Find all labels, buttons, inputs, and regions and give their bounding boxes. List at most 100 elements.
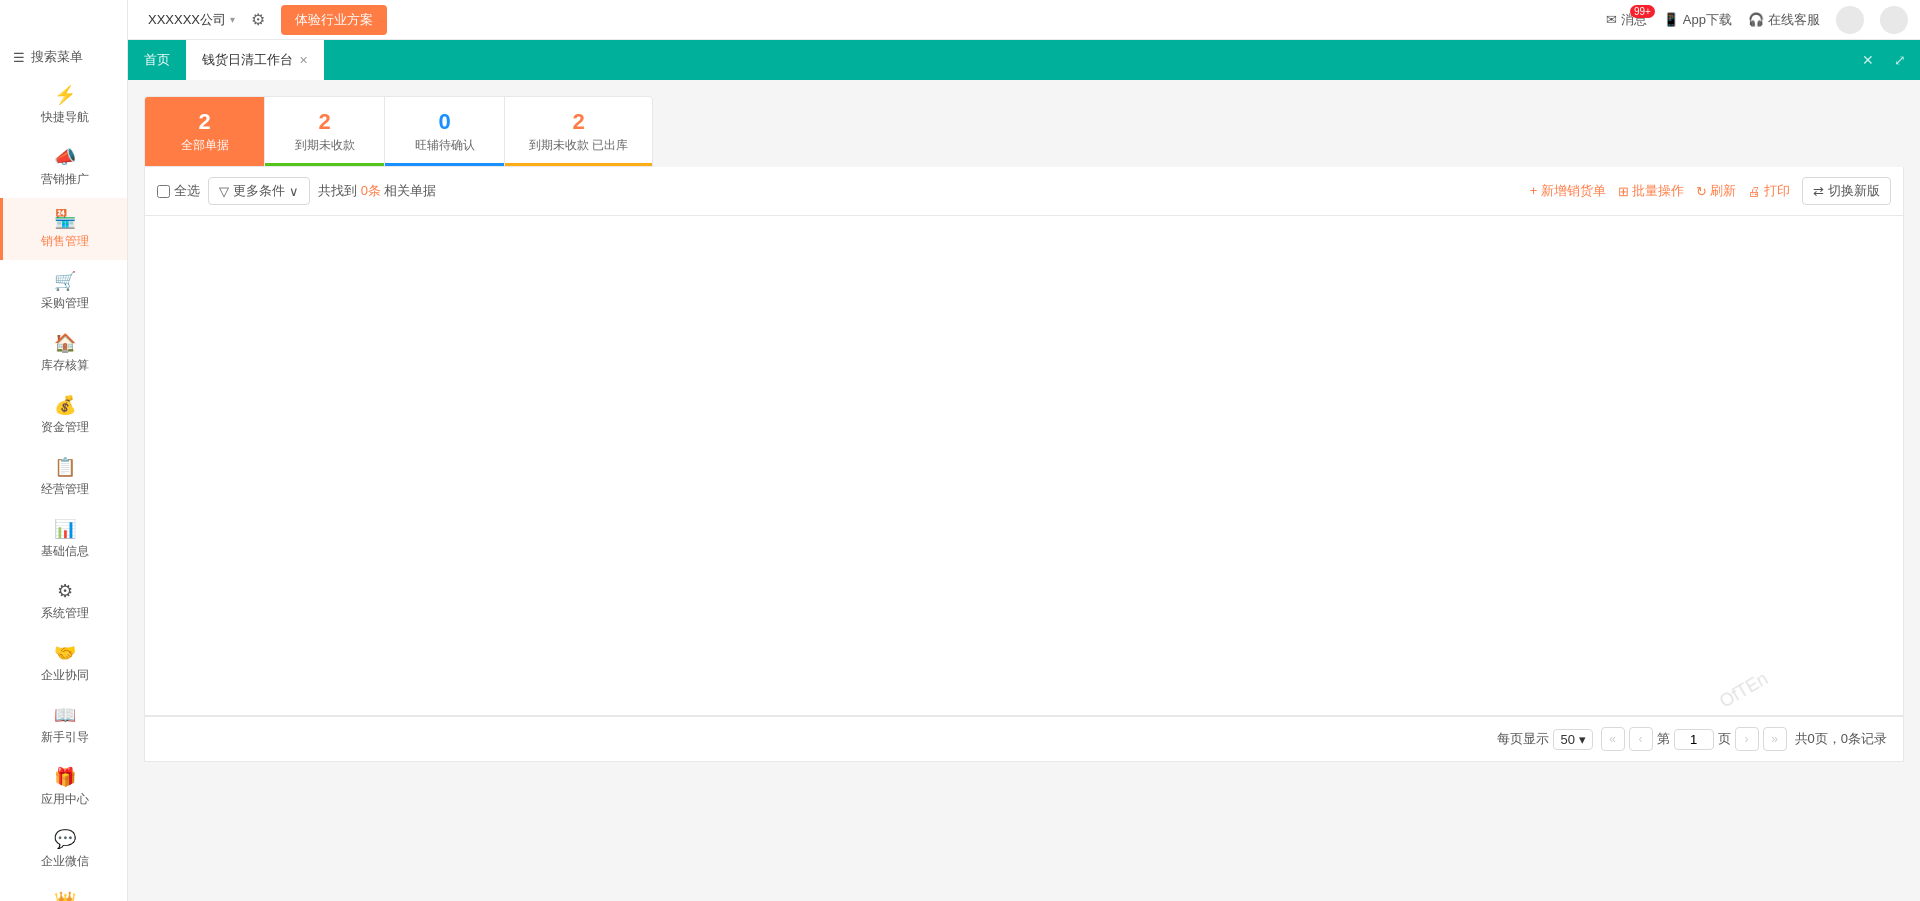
message-icon: ✉: [1606, 12, 1617, 27]
sidebar-item-enterprise[interactable]: 🤝 企业协同: [0, 632, 127, 694]
company-selector[interactable]: XXXXXX公司 ▾: [140, 7, 243, 33]
sidebar-search-label: 搜索菜单: [31, 48, 83, 66]
sidebar-item-label: 企业协同: [41, 667, 89, 684]
select-all-label: 全选: [174, 182, 200, 200]
sidebar-item-marketing[interactable]: 📣 营销推广: [0, 136, 127, 198]
sidebar-item-label: 采购管理: [41, 295, 89, 312]
app-download-icon: 📱: [1663, 12, 1679, 27]
stat-tab-shipped[interactable]: 2 到期未收款 已出库: [505, 97, 652, 166]
print-button[interactable]: 🖨 打印: [1748, 182, 1790, 200]
tab-workbench[interactable]: 钱货日清工作台 ✕: [186, 40, 324, 80]
stat-count-shipped: 2: [529, 109, 628, 135]
system-icon: ⚙: [57, 580, 73, 602]
sidebar-item-purchase[interactable]: 🛒 采购管理: [0, 260, 127, 322]
total-records: 共0页，0条记录: [1795, 730, 1887, 748]
sidebar-item-label: 库存核算: [41, 357, 89, 374]
tab-home-label: 首页: [144, 51, 170, 69]
toolbar-right: + 新增销货单 ⊞ 批量操作 ↻ 刷新 🖨 打印 ⇄ 切换新版: [1530, 177, 1891, 205]
sidebar-item-app-center[interactable]: 🎁 应用中心: [0, 756, 127, 818]
settings-button[interactable]: ⚙: [243, 5, 273, 35]
username-display[interactable]: [1880, 6, 1908, 34]
sidebar-item-wechat[interactable]: 💬 企业微信: [0, 818, 127, 880]
message-button[interactable]: ✉ 消息 99+: [1606, 11, 1647, 29]
switch-label: 切换新版: [1828, 182, 1880, 200]
search-icon: ☰: [13, 50, 25, 65]
sidebar-item-label: 资金管理: [41, 419, 89, 436]
found-prefix: 共找到: [318, 183, 357, 198]
per-page-label: 每页显示: [1497, 730, 1549, 748]
quick-nav-icon: ⚡: [54, 84, 76, 106]
select-all-checkbox[interactable]: 全选: [157, 182, 200, 200]
stat-count-all: 2: [169, 109, 240, 135]
sidebar-item-label: 系统管理: [41, 605, 89, 622]
trial-button[interactable]: 体验行业方案: [281, 5, 387, 35]
filter-button[interactable]: ▽ 更多条件 ∨: [208, 177, 310, 205]
stat-tab-all[interactable]: 2 全部单据: [145, 97, 265, 166]
sidebar-item-quick-nav[interactable]: ⚡ 快捷导航: [0, 74, 127, 136]
tab-close-icon[interactable]: ✕: [299, 54, 308, 67]
current-page-input[interactable]: [1674, 729, 1714, 750]
tab-home[interactable]: 首页: [128, 40, 186, 80]
batch-operation-button[interactable]: ⊞ 批量操作: [1618, 182, 1684, 200]
select-all-input[interactable]: [157, 185, 170, 198]
tab-underline-shipped: [505, 163, 652, 166]
add-sales-order-button[interactable]: + 新增销货单: [1530, 182, 1606, 200]
message-badge: 99+: [1630, 5, 1655, 18]
found-text: 共找到 0条 相关单据: [318, 182, 436, 200]
sidebar-item-search[interactable]: ☰ 搜索菜单: [0, 40, 127, 74]
per-page-chevron: ▾: [1579, 732, 1586, 747]
tab-bar: 首页 钱货日清工作台 ✕ ✕ ⤢: [128, 40, 1920, 80]
sidebar-item-operations[interactable]: 📋 经营管理: [0, 446, 127, 508]
inventory-icon: 🏠: [54, 332, 76, 354]
sidebar-item-guide[interactable]: 📖 新手引导: [0, 694, 127, 756]
tab-expand-button[interactable]: ⤢: [1888, 48, 1912, 72]
app-download-button[interactable]: 📱 App下载: [1663, 11, 1732, 29]
batch-icon: ⊞: [1618, 184, 1629, 199]
wechat-icon: 💬: [54, 828, 76, 850]
stat-count-overdue: 2: [289, 109, 360, 135]
avatar[interactable]: [1836, 6, 1864, 34]
page-suffix: 页: [1718, 730, 1731, 748]
page-prefix: 第: [1657, 730, 1670, 748]
purchase-icon: 🛒: [54, 270, 76, 292]
stat-label-wangfu: 旺辅待确认: [409, 137, 480, 154]
online-service-button[interactable]: 🎧 在线客服: [1748, 11, 1820, 29]
sidebar-item-label: 快捷导航: [41, 109, 89, 126]
stat-label-shipped: 到期未收款 已出库: [529, 137, 628, 154]
filter-icon: ▽: [219, 184, 229, 199]
finance-icon: 💰: [54, 394, 76, 416]
sidebar-item-system[interactable]: ⚙ 系统管理: [0, 570, 127, 632]
stat-count-wangfu: 0: [409, 109, 480, 135]
last-page-button[interactable]: »: [1763, 727, 1787, 751]
sidebar-item-membership[interactable]: 👑 畅会员: [0, 880, 127, 901]
main-content: 2 全部单据 2 到期未收款 0 旺辅待确认 2 到期未收款 已出库 全选 ▽ …: [128, 80, 1920, 901]
online-service-label: 在线客服: [1768, 11, 1820, 29]
stat-tab-wangfu[interactable]: 0 旺辅待确认: [385, 97, 505, 166]
sidebar-item-finance[interactable]: 💰 资金管理: [0, 384, 127, 446]
sidebar-item-inventory[interactable]: 🏠 库存核算: [0, 322, 127, 384]
found-suffix: 相关单据: [384, 183, 436, 198]
per-page-select[interactable]: 50 ▾: [1553, 729, 1592, 750]
print-label: 打印: [1764, 182, 1790, 200]
headset-icon: 🎧: [1748, 12, 1764, 27]
per-page-value: 50: [1560, 732, 1574, 747]
found-count: 0条: [361, 183, 381, 198]
stat-tab-overdue[interactable]: 2 到期未收款: [265, 97, 385, 166]
refresh-button[interactable]: ↻ 刷新: [1696, 182, 1736, 200]
tab-close-all-button[interactable]: ✕: [1856, 48, 1880, 72]
refresh-icon: ↻: [1696, 184, 1707, 199]
first-page-button[interactable]: «: [1601, 727, 1625, 751]
toolbar: 全选 ▽ 更多条件 ∨ 共找到 0条 相关单据 + 新增销货单 ⊞ 批量操作 ↻…: [144, 167, 1904, 216]
table-area: [144, 216, 1904, 716]
stats-tabs: 2 全部单据 2 到期未收款 0 旺辅待确认 2 到期未收款 已出库: [144, 96, 653, 167]
next-page-button[interactable]: ›: [1735, 727, 1759, 751]
company-name: XXXXXX公司: [148, 11, 226, 29]
stat-label-overdue: 到期未收款: [289, 137, 360, 154]
sidebar-item-sales[interactable]: 🏪 销售管理: [0, 198, 127, 260]
sidebar-item-label: 基础信息: [41, 543, 89, 560]
sidebar-item-basic-info[interactable]: 📊 基础信息: [0, 508, 127, 570]
prev-page-button[interactable]: ‹: [1629, 727, 1653, 751]
switch-version-button[interactable]: ⇄ 切换新版: [1802, 177, 1891, 205]
sidebar-item-label: 销售管理: [41, 233, 89, 250]
sidebar-item-label: 应用中心: [41, 791, 89, 808]
